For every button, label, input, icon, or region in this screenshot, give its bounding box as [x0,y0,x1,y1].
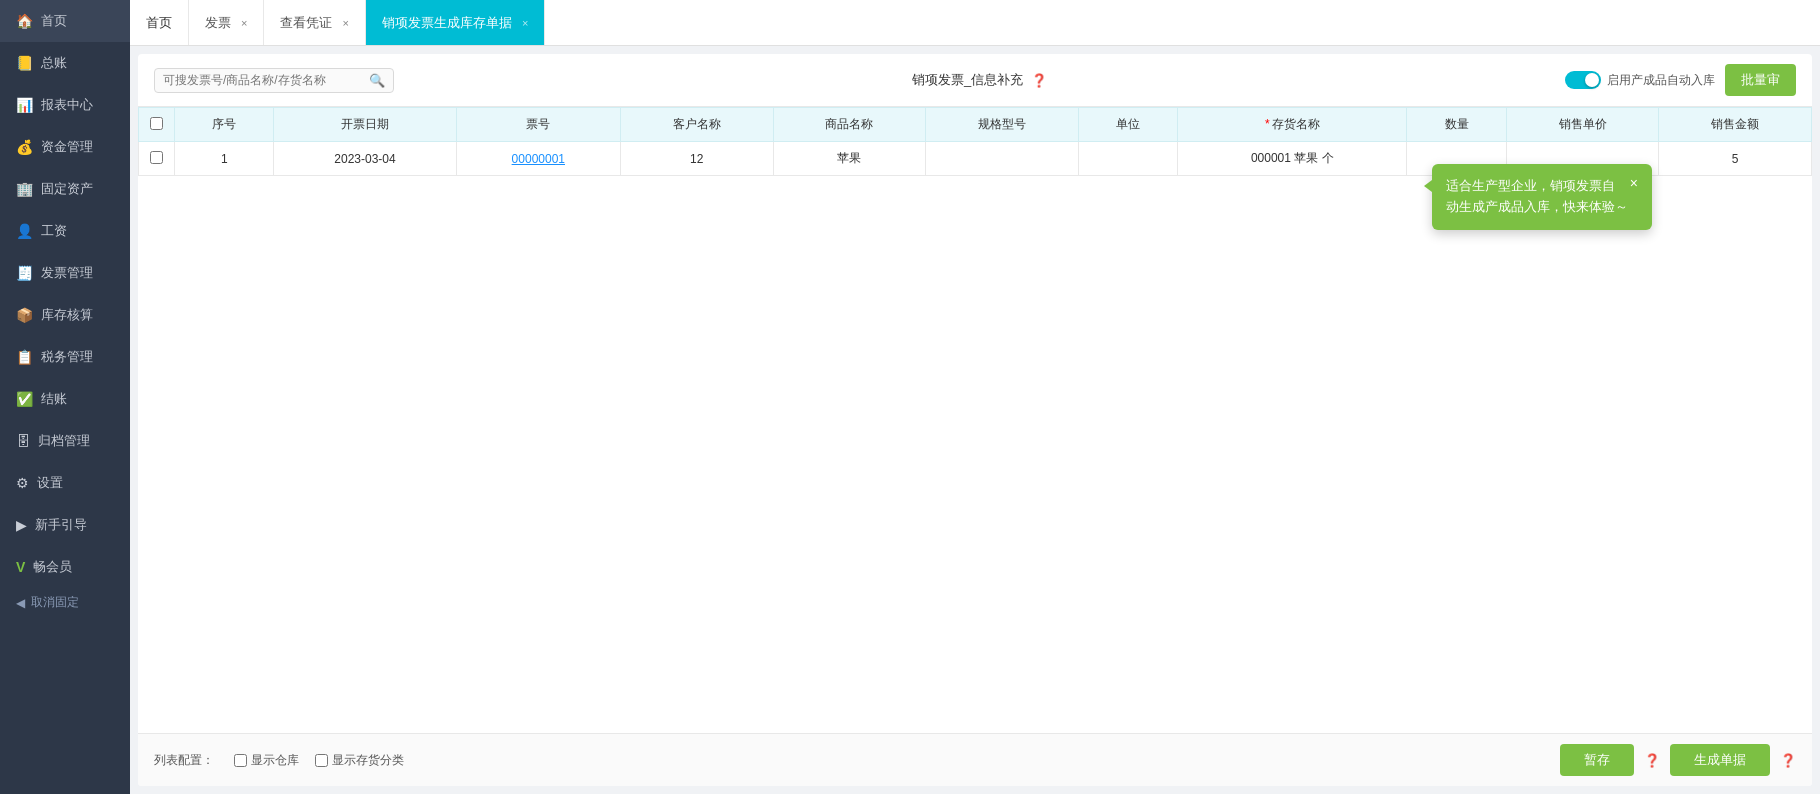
sidebar-item-invoice[interactable]: 🧾 发票管理 [0,252,130,294]
table-header-row: 序号 开票日期 票号 客户名称 商品名称 规格型号 单位 *存货名称 数量 销售… [139,108,1812,142]
reports-icon: 📊 [16,97,33,113]
row-checkbox-cell[interactable] [139,142,175,176]
cell-customer: 12 [621,142,774,176]
archive-icon: 🗄 [16,433,30,449]
th-customer: 客户名称 [621,108,774,142]
toggle-label: 启用产成品自动入库 [1607,72,1715,89]
info-label: 销项发票_信息补充 [912,71,1023,89]
home-icon: 🏠 [16,13,33,29]
labor-icon: 👤 [16,223,33,239]
th-spec: 规格型号 [926,108,1079,142]
sidebar-item-labor[interactable]: 👤 工资 [0,210,130,252]
footer-config-label: 列表配置： [154,752,214,769]
tab-invoice[interactable]: 发票 × [189,0,264,45]
tab-home[interactable]: 首页 [130,0,189,45]
th-checkbox[interactable] [139,108,175,142]
cell-date: 2023-03-04 [274,142,456,176]
toggle-knob [1585,73,1599,87]
select-all-checkbox[interactable] [150,117,163,130]
cell-stock[interactable]: 000001 苹果 个 [1178,142,1407,176]
settings-icon: ⚙ [16,475,29,491]
sidebar-item-assets[interactable]: 🏢 固定资产 [0,168,130,210]
generate-button[interactable]: 生成单据 [1670,744,1770,776]
ledger-icon: 📒 [16,55,33,71]
main-area: 首页 发票 × 查看凭证 × 销项发票生成库存单据 × 🔍 销项发票_信息补充 … [130,0,1820,794]
th-amount: 销售金额 [1659,108,1812,142]
tab-credit-close[interactable]: × [522,17,528,29]
th-price: 销售单价 [1506,108,1659,142]
tooltip-bubble: × 适合生产型企业，销项发票自动生成产成品入库，快来体验～ [1432,164,1652,230]
search-icon: 🔍 [369,73,385,88]
tax-icon: 📋 [16,349,33,365]
vip-icon: V [16,559,25,575]
sidebar-item-ledger[interactable]: 📒 总账 [0,42,130,84]
sidebar-item-capital[interactable]: 💰 资金管理 [0,126,130,168]
sidebar-item-closing[interactable]: ✅ 结账 [0,378,130,420]
cell-spec [926,142,1079,176]
inventory-icon: 📦 [16,307,33,323]
th-unit: 单位 [1078,108,1177,142]
unpin-label: 取消固定 [31,594,79,611]
th-seq: 序号 [175,108,274,142]
save-button[interactable]: 暂存 [1560,744,1634,776]
show-category-input[interactable] [315,754,328,767]
page-content: 🔍 销项发票_信息补充 ❓ 启用产成品自动入库 批量审 [138,54,1812,786]
assets-icon: 🏢 [16,181,33,197]
sidebar-item-guide[interactable]: ▶ 新手引导 [0,504,130,546]
cell-number[interactable]: 00000001 [456,142,620,176]
unpin-icon: ◀ [16,596,25,610]
tab-bar: 首页 发票 × 查看凭证 × 销项发票生成库存单据 × [130,0,1820,46]
show-warehouse-checkbox[interactable]: 显示仓库 [234,752,299,769]
tab-voucher-close[interactable]: × [342,17,348,29]
capital-icon: 💰 [16,139,33,155]
toggle-switch: 启用产成品自动入库 [1565,71,1715,89]
generate-help-icon[interactable]: ❓ [1780,753,1796,768]
auto-warehouse-toggle[interactable] [1565,71,1601,89]
sidebar-item-home[interactable]: 🏠 首页 [0,0,130,42]
sidebar: 🏠 首页 📒 总账 📊 报表中心 💰 资金管理 🏢 固定资产 👤 工资 🧾 发票… [0,0,130,794]
guide-icon: ▶ [16,517,27,533]
tab-voucher[interactable]: 查看凭证 × [264,0,365,45]
sidebar-item-reports[interactable]: 📊 报表中心 [0,84,130,126]
cell-seq: 1 [175,142,274,176]
sidebar-item-inventory[interactable]: 📦 库存核算 [0,294,130,336]
search-input[interactable] [163,73,363,87]
sidebar-item-archive[interactable]: 🗄 归档管理 [0,420,130,462]
closing-icon: ✅ [16,391,33,407]
invoice-icon: 🧾 [16,265,33,281]
sidebar-item-tax[interactable]: 📋 税务管理 [0,336,130,378]
tab-credit[interactable]: 销项发票生成库存单据 × [366,0,545,45]
footer-actions: 暂存 ❓ 生成单据 ❓ [1560,744,1796,776]
cell-unit [1078,142,1177,176]
batch-button[interactable]: 批量审 [1725,64,1796,96]
save-help-icon[interactable]: ❓ [1644,753,1660,768]
show-warehouse-input[interactable] [234,754,247,767]
th-qty: 数量 [1407,108,1506,142]
th-product: 商品名称 [773,108,926,142]
footer-checkbox-group: 显示仓库 显示存货分类 [234,752,404,769]
th-stock: *存货名称 [1178,108,1407,142]
tooltip-close-button[interactable]: × [1630,176,1638,190]
unpin-bar[interactable]: ◀ 取消固定 [0,588,130,617]
toolbar-center: 销项发票_信息补充 ❓ [404,71,1555,89]
th-date: 开票日期 [274,108,456,142]
sidebar-item-settings[interactable]: ⚙ 设置 [0,462,130,504]
cell-product: 苹果 [773,142,926,176]
toolbar: 🔍 销项发票_信息补充 ❓ 启用产成品自动入库 批量审 [138,54,1812,107]
search-box[interactable]: 🔍 [154,68,394,93]
info-help-icon[interactable]: ❓ [1031,73,1047,88]
tab-invoice-close[interactable]: × [241,17,247,29]
sidebar-item-vip[interactable]: V 畅会员 [0,546,130,588]
footer: 列表配置： 显示仓库 显示存货分类 暂存 ❓ 生成单据 ❓ [138,733,1812,786]
cell-amount: 5 [1659,142,1812,176]
show-category-checkbox[interactable]: 显示存货分类 [315,752,404,769]
tooltip-text: 适合生产型企业，销项发票自动生成产成品入库，快来体验～ [1446,178,1628,214]
th-number: 票号 [456,108,620,142]
row-checkbox[interactable] [150,151,163,164]
toolbar-right: 启用产成品自动入库 批量审 [1565,64,1796,96]
